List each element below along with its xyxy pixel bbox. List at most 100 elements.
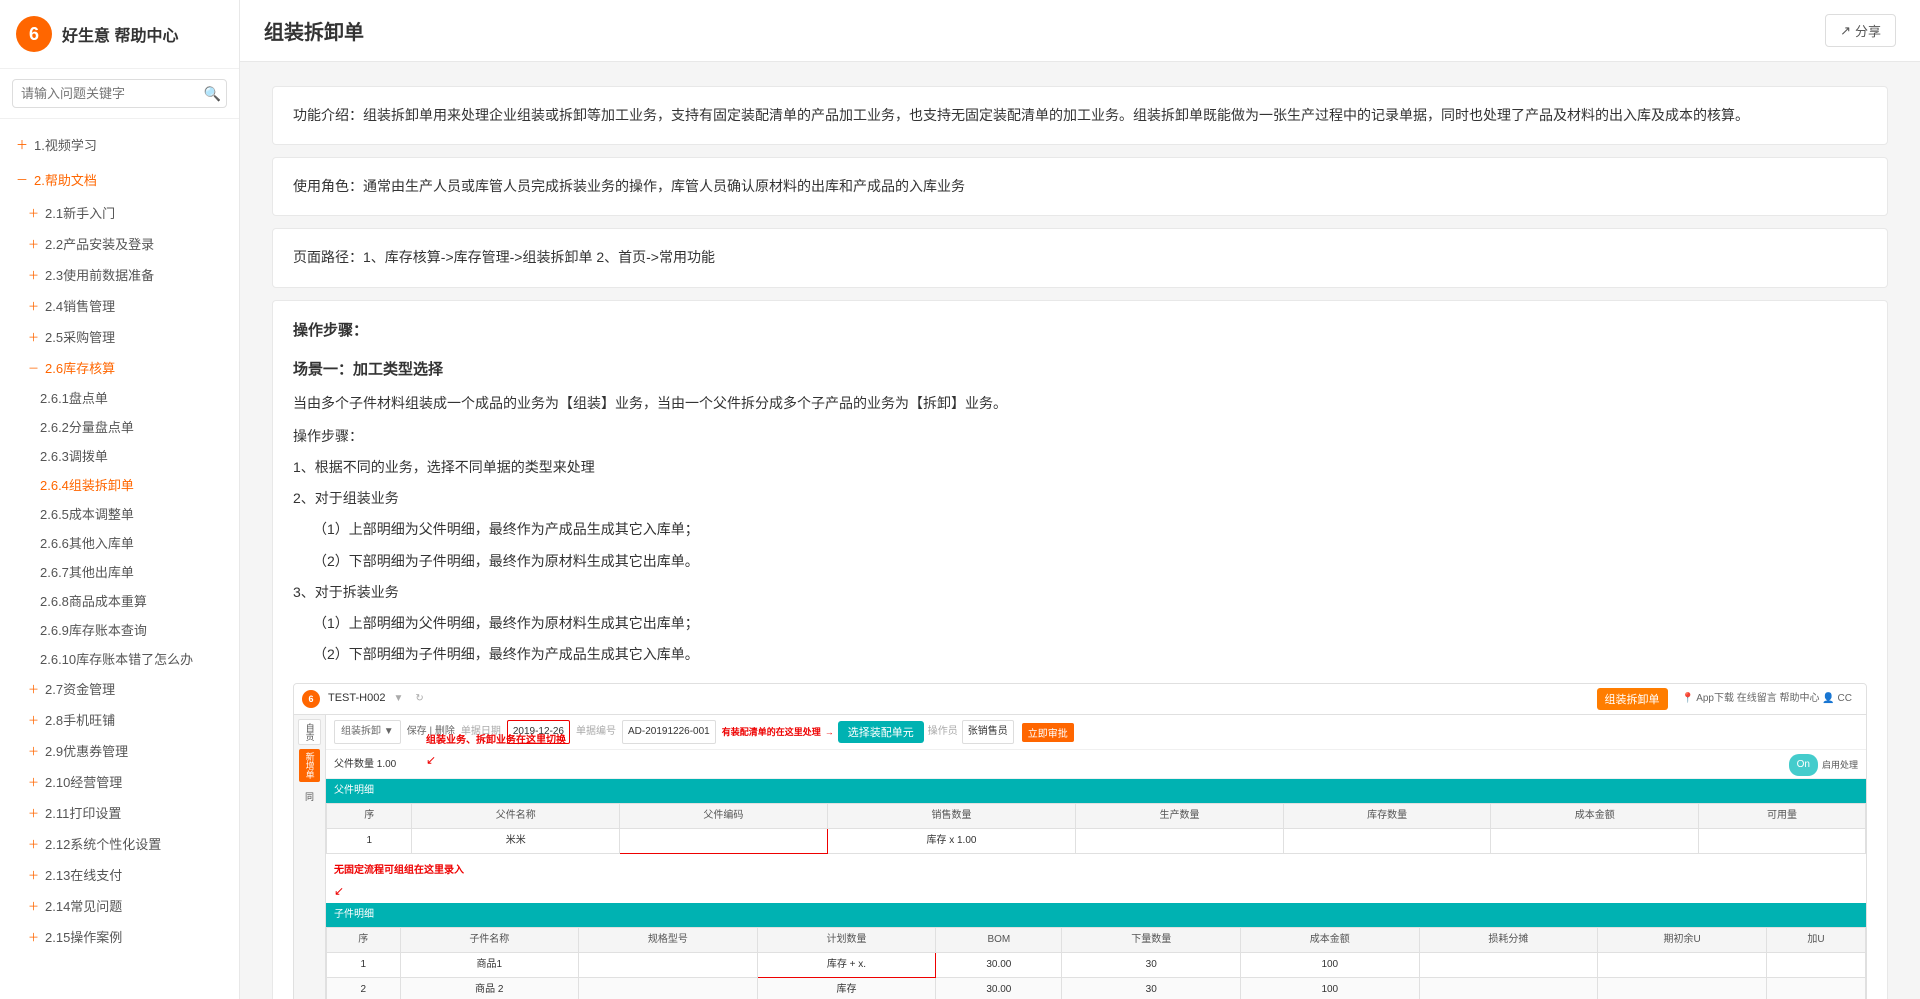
annotation-no-bom-text: 无固定流程可组组在这里录入 [334, 865, 464, 876]
screenshot-header: 6 TEST-H002 ▼ ↻ 组装拆卸单 📍 App下载 在线留言 帮助中心 … [294, 684, 1866, 715]
ss-left-nav: 自贡 新增单 同 [294, 715, 326, 999]
op1: 1、根据不同的业务，选择不同单据的类型来处理 [293, 455, 1867, 480]
plus-icon: ＋ [16, 136, 28, 153]
ss-icons-row: 📍 App下载 在线留言 帮助中心 👤 CC [1682, 690, 1852, 708]
scene-title: 场景一：加工类型选择 [293, 356, 1867, 383]
sidebar-item-2-5[interactable]: ＋ 2.5采购管理 [0, 321, 239, 352]
sidebar-item-2-4[interactable]: ＋ 2.4销售管理 [0, 290, 239, 321]
page-title: 组装拆卸单 [264, 16, 364, 45]
ss-rows-count: 父件数量 1.00 [334, 756, 396, 774]
sidebar-item-2-3[interactable]: ＋ 2.3使用前数据准备 [0, 259, 239, 290]
role-card: 使用角色：通常由生产人员或库管人员完成拆装业务的操作，库管人员确认原材料的出库和… [272, 157, 1888, 216]
ss-col-prod-qty: 生产数量 [1076, 804, 1284, 829]
sidebar-item-2-6-8[interactable]: 2.6.8商品成本重算 [0, 586, 239, 615]
nav-section-videos: ＋ 1.视频学习 [0, 127, 239, 162]
sidebar-item-2-10[interactable]: ＋ 2.10经营管理 [0, 766, 239, 797]
plus-icon-2-8: ＋ [28, 712, 39, 728]
ss-main-form: 组装拆卸 ▼ 保存 | 删除 单据日期 2019-12-26 单据编号 AD-2… [326, 715, 1866, 999]
sidebar-item-videos[interactable]: ＋ 1.视频学习 [0, 127, 239, 162]
ss-select-bom-btn[interactable]: 选择装配单元 [838, 721, 924, 743]
sidebar-item-2-6[interactable]: － 2.6库存核算 [0, 352, 239, 383]
sidebar-item-2-8[interactable]: ＋ 2.8手机旺铺 [0, 704, 239, 735]
ss-annotation-type-switch: 组装业务、拆卸业务在这里切换 ↙ [426, 732, 566, 772]
ss-new-doc-btn[interactable]: 组装拆卸单 [1597, 688, 1668, 710]
sidebar-item-2-14[interactable]: ＋ 2.14常见问题 [0, 890, 239, 921]
sidebar-item-docs[interactable]: － 2.帮助文档 [0, 162, 239, 197]
ss-lcol-init: 期初余U [1598, 928, 1767, 953]
main-content: 功能介绍：组装拆卸单用来处理企业组装或拆卸等加工业务，支持有固定装配清单的产品加… [240, 62, 1920, 999]
ss-annotation-no-bom: 无固定流程可组组在这里录入 ↙ [334, 856, 464, 903]
sidebar-item-2-13[interactable]: ＋ 2.13在线支付 [0, 859, 239, 890]
op3-1: （1）上部明细为父件明细，最终作为原材料生成其它出库单； [313, 611, 1867, 636]
sidebar-item-2-6-10[interactable]: 2.6.10库存账本错了怎么办 [0, 644, 239, 673]
sidebar-item-2-12[interactable]: ＋ 2.12系统个性化设置 [0, 828, 239, 859]
ss-col-avail: 可用量 [1699, 804, 1866, 829]
ss-app-logo: 6 [302, 690, 320, 708]
sidebar-item-2-6-3[interactable]: 2.6.3调拨单 [0, 441, 239, 470]
docs-sub-items: ＋ 2.1新手入门 ＋ 2.2产品安装及登录 ＋ 2.3使用前数据准备 ＋ 2.… [0, 197, 239, 952]
plus-icon-2-4: ＋ [28, 298, 39, 314]
sidebar-item-2-15[interactable]: ＋ 2.15操作案例 [0, 921, 239, 952]
ss-nav-item-1[interactable]: 自贡 [298, 719, 320, 745]
plus-icon-2-7: ＋ [28, 681, 39, 697]
ss-lcol-loss: 损耗分摊 [1419, 928, 1598, 953]
sidebar-item-2-2[interactable]: ＋ 2.2产品安装及登录 [0, 228, 239, 259]
ss-refresh-icon: ↻ [415, 690, 423, 708]
intro-text: 功能介绍：组装拆卸单用来处理企业组装或拆卸等加工业务，支持有固定装配清单的产品加… [293, 107, 1749, 123]
ss-col-cost: 成本金额 [1491, 804, 1699, 829]
table-row: 2 商品 2 库存 30.00 30 100 [327, 978, 1866, 999]
search-input[interactable] [12, 79, 227, 108]
sidebar-item-2-1[interactable]: ＋ 2.1新手入门 [0, 197, 239, 228]
ss-upper-table-header: 父件明细 [326, 779, 1866, 803]
ss-nav-item-3[interactable]: 同 [303, 786, 316, 808]
plus-icon-2-10: ＋ [28, 774, 39, 790]
sidebar-item-2-6-2[interactable]: 2.6.2分量盘点单 [0, 412, 239, 441]
ss-confirm-btn[interactable]: 立即审批 [1022, 723, 1074, 742]
ss-company: TEST-H002 [328, 689, 385, 709]
plus-icon-2-15: ＋ [28, 929, 39, 945]
sidebar-item-2-6-5[interactable]: 2.6.5成本调整单 [0, 499, 239, 528]
ss-annotation-enable: 启用处理 [1822, 757, 1858, 773]
steps-title: 操作步骤： [293, 317, 1867, 344]
screenshot-inner: 6 TEST-H002 ▼ ↻ 组装拆卸单 📍 App下载 在线留言 帮助中心 … [294, 684, 1866, 999]
ss-col-parent-code: 父件编码 [620, 804, 828, 829]
ops-title: 操作步骤： [293, 424, 1867, 449]
sidebar-logo: 6 好生意 帮助中心 [0, 0, 239, 69]
sidebar-item-2-6-7[interactable]: 2.6.7其他出库单 [0, 557, 239, 586]
table-row: 1 商品1 库存 + x. 30.00 30 100 [327, 953, 1866, 978]
ss-lcol-add: 加U [1767, 928, 1866, 953]
plus-icon-2-5: ＋ [28, 329, 39, 345]
ss-toggle-on[interactable]: On [1789, 754, 1818, 776]
nav-section-docs: － 2.帮助文档 ＋ 2.1新手入门 ＋ 2.2产品安装及登录 ＋ 2.3使用前… [0, 162, 239, 952]
ss-warning-area: 有装配清单的在这里处理 → 选择装配单元 操作员 张销售员 立即审批 [722, 720, 1074, 744]
sidebar-item-2-9[interactable]: ＋ 2.9优惠券管理 [0, 735, 239, 766]
op2: 2、对于组装业务 [293, 486, 1867, 511]
share-button[interactable]: ↗ 分享 [1825, 14, 1896, 47]
table-row: 1 米米 库存 x 1.00 [327, 829, 1866, 854]
role-text: 使用角色：通常由生产人员或库管人员完成拆装业务的操作，库管人员确认原材料的出库和… [293, 178, 965, 194]
plus-icon-2-2: ＋ [28, 236, 39, 252]
ss-lcol-down-qty: 下量数量 [1062, 928, 1241, 953]
ss-lower-table-header: 子件明细 [326, 903, 1866, 927]
ss-sidebar-nav: 自贡 新增单 同 组装拆卸 ▼ 保存 | 删除 单据日期 2019-12-26 [294, 715, 1866, 999]
search-button[interactable]: 🔍 [204, 85, 221, 102]
ss-type-switcher-area: 父件数量 1.00 组装业务、拆卸业务在这里切换 ↙ On 启用处理 [326, 750, 1866, 779]
sidebar-item-2-6-9[interactable]: 2.6.9库存账本查询 [0, 615, 239, 644]
sidebar-item-2-7[interactable]: ＋ 2.7资金管理 [0, 673, 239, 704]
ss-lcol-bom: BOM [936, 928, 1062, 953]
minus-icon-2-6: － [28, 360, 39, 376]
sidebar-nav: ＋ 1.视频学习 － 2.帮助文档 ＋ 2.1新手入门 ＋ 2.2产品安装及登录 [0, 119, 239, 999]
ss-select-type[interactable]: 组装拆卸 ▼ [334, 720, 401, 744]
sidebar-item-2-6-4[interactable]: 2.6.4组装拆卸单 [0, 470, 239, 499]
ss-warning-text: 有装配清单的在这里处理 [722, 724, 821, 740]
path-card: 页面路径：1、库存核算->库存管理->组装拆卸单 2、首页->常用功能 [272, 228, 1888, 287]
ss-operator-label: 操作员 [928, 723, 958, 741]
sidebar-item-2-6-1[interactable]: 2.6.1盘点单 [0, 383, 239, 412]
minus-icon-docs: － [16, 171, 28, 188]
sidebar-item-2-11[interactable]: ＋ 2.11打印设置 [0, 797, 239, 828]
ss-nav-item-2[interactable]: 新增单 [299, 749, 319, 782]
ss-col-stock-qty: 库存数量 [1283, 804, 1491, 829]
annotation-arrow-up: ↙ [334, 881, 464, 903]
sidebar-item-2-6-6[interactable]: 2.6.6其他入库单 [0, 528, 239, 557]
sidebar-search-container: 🔍 [0, 69, 239, 119]
